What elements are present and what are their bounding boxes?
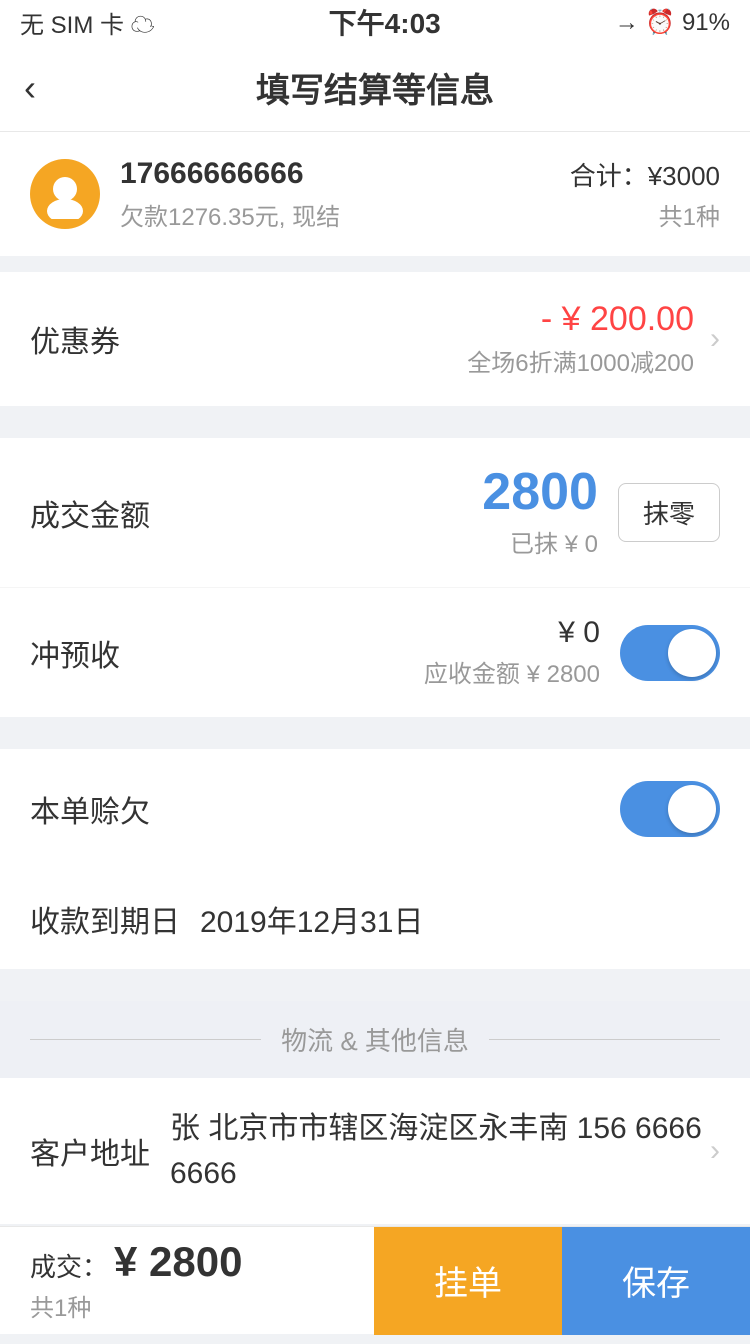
address-label: 客户地址	[30, 1129, 150, 1173]
debit-toggle-knob	[668, 785, 716, 833]
status-right: → ⏰ 91%	[615, 8, 730, 37]
amount-label: 成交金额	[30, 491, 150, 535]
coupon-detail: 全场6折满1000减200	[467, 343, 694, 378]
main-content: 17666666666 欠款1276.35元, 现结 合计：¥3000 共1种 …	[0, 132, 750, 1344]
footer-deal-line: 成交： ¥ 2800	[30, 1238, 344, 1286]
coupon-right: - ¥ 200.00 全场6折满1000减200 ›	[467, 300, 720, 378]
address-chevron-icon: ›	[710, 1134, 720, 1168]
total-amount: 合计：¥3000	[570, 156, 720, 193]
amount-deducted: 已抹 ¥ 0	[482, 524, 598, 559]
total-count: 共1种	[570, 197, 720, 232]
customer-phone: 17666666666	[120, 157, 340, 191]
customer-total: 合计：¥3000 共1种	[570, 156, 720, 232]
prepay-right: ¥ 0 应收金额 ¥ 2800	[424, 616, 720, 689]
coupon-discount: - ¥ 200.00	[467, 300, 694, 339]
prepay-row: 冲预收 ¥ 0 应收金额 ¥ 2800	[0, 588, 750, 717]
amount-right: 2800 已抹 ¥ 0 抹零	[482, 466, 720, 559]
debit-label: 本单赊欠	[30, 787, 150, 831]
address-row[interactable]: 客户地址 张 北京市市辖区海淀区永丰南 156 6666 6666 ›	[0, 1078, 750, 1224]
prepay-values: ¥ 0 应收金额 ¥ 2800	[424, 616, 600, 689]
customer-left: 17666666666 欠款1276.35元, 现结	[30, 157, 340, 232]
divider-line-right	[489, 1039, 720, 1040]
prepay-receivable: 应收金额 ¥ 2800	[424, 654, 600, 689]
avatar	[30, 159, 100, 229]
gray-gap-3	[0, 985, 750, 1001]
divider-line-left	[30, 1039, 261, 1040]
debit-section: 本单赊欠 收款到期日 2019年12月31日	[0, 749, 750, 969]
logistics-divider: 物流 & 其他信息	[0, 1001, 750, 1078]
coupon-values: - ¥ 200.00 全场6折满1000减200	[467, 300, 694, 378]
amount-row: 成交金额 2800 已抹 ¥ 0 抹零	[0, 438, 750, 588]
page-title: 填写结算等信息	[256, 63, 494, 112]
prepay-amount: ¥ 0	[424, 616, 600, 650]
hold-button[interactable]: 挂单	[374, 1227, 562, 1335]
status-bar: 无 SIM 卡 ☁ 下午4:03 → ⏰ 91%	[0, 0, 750, 44]
customer-card: 17666666666 欠款1276.35元, 现结 合计：¥3000 共1种	[0, 132, 750, 256]
footer-count: 共1种	[30, 1288, 344, 1323]
footer-deal-label: 成交：	[30, 1247, 108, 1284]
customer-debt: 欠款1276.35元, 现结	[120, 197, 340, 232]
prepay-toggle[interactable]	[620, 625, 720, 681]
battery-icon: → ⏰ 91%	[615, 8, 730, 37]
address-value: 张 北京市市辖区海淀区永丰南 156 6666 6666	[170, 1106, 710, 1196]
date-label: 收款到期日	[30, 897, 180, 941]
amount-info: 2800 已抹 ¥ 0	[482, 466, 598, 559]
debit-row: 本单赊欠	[0, 749, 750, 869]
gray-gap-2	[0, 733, 750, 749]
coupon-row[interactable]: 优惠券 - ¥ 200.00 全场6折满1000减200 ›	[0, 272, 750, 406]
amount-value: 2800	[482, 466, 598, 518]
status-left: 无 SIM 卡 ☁	[20, 5, 155, 40]
date-row: 收款到期日 2019年12月31日	[0, 869, 750, 969]
coupon-section: 优惠券 - ¥ 200.00 全场6折满1000减200 ›	[0, 272, 750, 406]
nav-bar: ‹ 填写结算等信息	[0, 44, 750, 132]
gray-gap-1	[0, 422, 750, 438]
status-time: 下午4:03	[329, 2, 441, 42]
footer-deal-amount: ¥ 2800	[114, 1238, 242, 1286]
round-button[interactable]: 抹零	[618, 483, 720, 542]
customer-info: 17666666666 欠款1276.35元, 现结	[120, 157, 340, 232]
prepay-label: 冲预收	[30, 631, 120, 675]
logistics-label: 物流 & 其他信息	[281, 1021, 469, 1058]
chevron-right-icon: ›	[710, 322, 720, 356]
coupon-label: 优惠券	[30, 317, 120, 361]
footer: 成交： ¥ 2800 共1种 挂单 保存	[0, 1226, 750, 1334]
date-value: 2019年12月31日	[200, 897, 423, 941]
toggle-knob	[668, 629, 716, 677]
footer-info: 成交： ¥ 2800 共1种	[0, 1238, 374, 1323]
amount-section: 成交金额 2800 已抹 ¥ 0 抹零 冲预收 ¥ 0 应收金额 ¥ 2800	[0, 438, 750, 717]
save-button[interactable]: 保存	[562, 1227, 750, 1335]
sim-status: 无 SIM 卡 ☁	[20, 5, 155, 40]
back-button[interactable]: ‹	[24, 67, 36, 109]
debit-toggle[interactable]	[620, 781, 720, 837]
